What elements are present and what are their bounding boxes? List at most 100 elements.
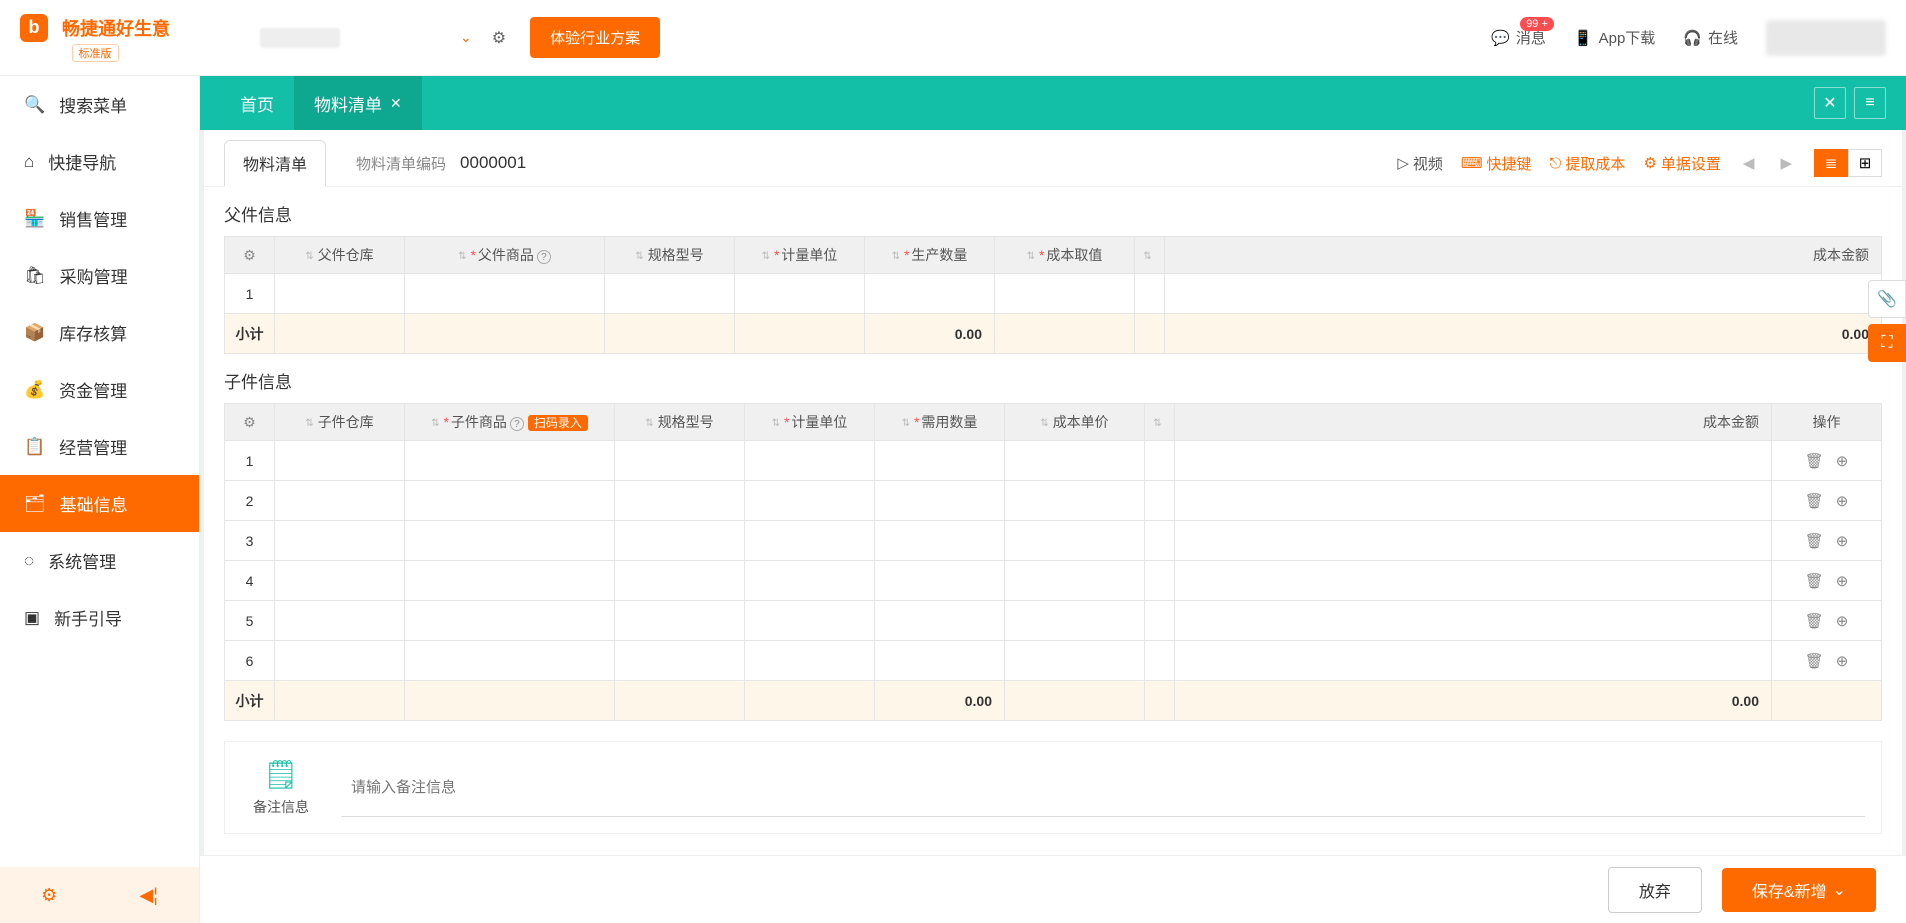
child-row[interactable]: 2🗑⊕	[225, 481, 1882, 521]
delete-row-icon[interactable]: 🗑	[1805, 612, 1824, 630]
tab-bom[interactable]: 物料清单 ✕	[294, 76, 422, 130]
tab-home[interactable]: 首页	[220, 76, 294, 130]
sort-icon[interactable]: ⇅	[902, 418, 910, 429]
sidebar-item-system[interactable]: ◌系统管理	[0, 532, 199, 589]
logo-edition-badge: 标准版	[72, 44, 119, 62]
note-icon: 🗒	[263, 758, 299, 791]
add-row-icon[interactable]: ⊕	[1836, 652, 1849, 670]
store-select[interactable]: ⌄	[260, 28, 472, 48]
gear-icon[interactable]: ⚙	[492, 28, 506, 48]
col-child-warehouse: 子件仓库	[318, 414, 374, 430]
sort-icon[interactable]: ⇅	[305, 418, 313, 429]
sidebar-item-finance[interactable]: 💰资金管理	[0, 361, 199, 418]
delete-row-icon[interactable]: 🗑	[1805, 652, 1824, 670]
chevron-down-icon: ⌄	[1833, 880, 1846, 900]
cta-button[interactable]: 体验行业方案	[530, 17, 660, 58]
sidebar-item-sales[interactable]: 🏪销售管理	[0, 190, 199, 247]
next-doc-button[interactable]: ▶	[1776, 154, 1796, 172]
sidebar-item-label: 快捷导航	[48, 149, 116, 174]
delete-row-icon[interactable]: 🗑	[1805, 492, 1824, 510]
sidebar-item-operation[interactable]: 📋经营管理	[0, 418, 199, 475]
remark-input[interactable]	[341, 758, 1865, 817]
app-download-button[interactable]: 📱 App下载	[1574, 27, 1655, 48]
parent-row[interactable]: 1	[225, 274, 1882, 314]
sort-icon[interactable]: ⇅	[1040, 418, 1048, 429]
child-row[interactable]: 1🗑⊕	[225, 441, 1882, 481]
delete-row-icon[interactable]: 🗑	[1805, 532, 1824, 550]
add-row-icon[interactable]: ⊕	[1836, 572, 1849, 590]
add-row-icon[interactable]: ⊕	[1836, 492, 1849, 510]
sidebar-item-label: 采购管理	[60, 263, 128, 288]
sort-icon[interactable]: ⇅	[1143, 251, 1151, 262]
sidebar-item-guide[interactable]: ▣新手引导	[0, 589, 199, 646]
tabs-menu-button[interactable]: ≡	[1854, 87, 1886, 119]
content-box: 物料清单 物料清单编码 0000001 ▷视频 ⌨快捷键 ⎋提取成本 ⚙单据设置…	[204, 130, 1902, 923]
sidebar-bottom: ⚙ ◀¦	[0, 867, 199, 923]
extract-cost-link[interactable]: ⎋提取成本	[1550, 153, 1626, 174]
shortcut-link[interactable]: ⌨快捷键	[1461, 153, 1532, 174]
sort-icon[interactable]: ⇅	[305, 251, 313, 262]
col-op: 操作	[1813, 414, 1841, 430]
scan-input-tag[interactable]: 扫码录入	[528, 415, 588, 431]
sort-icon[interactable]: ⇅	[1027, 251, 1035, 262]
close-all-tabs-button[interactable]: ✕	[1814, 87, 1846, 119]
delete-row-icon[interactable]: 🗑	[1805, 572, 1824, 590]
toolbar-tab[interactable]: 物料清单	[224, 140, 326, 187]
money-icon: 💰	[24, 380, 45, 400]
sort-icon[interactable]: ⇅	[431, 418, 439, 429]
bom-code-value: 0000001	[460, 153, 526, 173]
sort-icon[interactable]: ⇅	[1153, 418, 1161, 429]
attachment-float-button[interactable]: 📎	[1868, 280, 1906, 318]
help-icon[interactable]: ?	[510, 417, 524, 431]
table-gear-icon[interactable]: ⚙	[243, 414, 256, 430]
view-list-button[interactable]: ≣	[1814, 149, 1848, 177]
child-row[interactable]: 6🗑⊕	[225, 641, 1882, 681]
table-gear-icon[interactable]: ⚙	[243, 247, 256, 263]
child-table: ⚙ ⇅子件仓库 ⇅*子件商品?扫码录入 ⇅规格型号 ⇅*计量单位 ⇅*需用数量 …	[224, 403, 1882, 721]
add-row-icon[interactable]: ⊕	[1836, 452, 1849, 470]
search-icon: 🔍	[24, 95, 45, 115]
messages-badge: 99 +	[1520, 17, 1554, 31]
sort-icon[interactable]: ⇅	[772, 418, 780, 429]
col-cost-basis: 成本取值	[1046, 247, 1102, 263]
expand-float-button[interactable]: ⛶	[1868, 324, 1906, 362]
prev-doc-button[interactable]: ◀	[1739, 154, 1759, 172]
view-card-button[interactable]: ⊞	[1848, 149, 1882, 177]
online-support-button[interactable]: 🎧 在线	[1683, 27, 1738, 48]
sidebar-item-inventory[interactable]: 📦库存核算	[0, 304, 199, 361]
col-parent-warehouse: 父件仓库	[318, 247, 374, 263]
discard-button[interactable]: 放弃	[1608, 867, 1702, 913]
video-link[interactable]: ▷视频	[1397, 153, 1443, 174]
close-icon[interactable]: ✕	[390, 95, 402, 112]
tab-label: 物料清单	[314, 91, 382, 116]
sort-icon[interactable]: ⇅	[635, 251, 643, 262]
sidebar-item-search[interactable]: 🔍搜索菜单	[0, 76, 199, 133]
col-child-product: 子件商品	[451, 414, 507, 430]
logo-icon: b	[20, 14, 48, 42]
child-row[interactable]: 3🗑⊕	[225, 521, 1882, 561]
doc-setting-link[interactable]: ⚙单据设置	[1643, 153, 1720, 174]
child-row[interactable]: 5🗑⊕	[225, 601, 1882, 641]
messages-button[interactable]: 💬 消息 99 +	[1491, 27, 1546, 48]
sort-icon[interactable]: ⇅	[762, 251, 770, 262]
sort-icon[interactable]: ⇅	[458, 251, 466, 262]
add-row-icon[interactable]: ⊕	[1836, 532, 1849, 550]
sidebar-item-purchase[interactable]: 🛍采购管理	[0, 247, 199, 304]
sidebar-item-quicknav[interactable]: ⌂快捷导航	[0, 133, 199, 190]
add-row-icon[interactable]: ⊕	[1836, 612, 1849, 630]
collapse-icon[interactable]: ◀¦	[139, 885, 158, 906]
sort-icon[interactable]: ⇅	[645, 418, 653, 429]
sidebar-item-label: 新手引导	[54, 605, 122, 630]
user-avatar-blur[interactable]	[1766, 20, 1886, 56]
subtotal-label: 小计	[225, 314, 275, 354]
col-amount: 成本金额	[1813, 247, 1869, 263]
settings-icon[interactable]: ⚙	[41, 885, 57, 906]
delete-row-icon[interactable]: 🗑	[1805, 452, 1824, 470]
help-icon[interactable]: ?	[537, 250, 551, 264]
subtotal-label: 小计	[225, 681, 275, 721]
app-header: b 畅捷通好生意 标准版 ⌄ ⚙ 体验行业方案 💬 消息 99 + 📱 App下…	[0, 0, 1906, 76]
sort-icon[interactable]: ⇅	[892, 251, 900, 262]
child-row[interactable]: 4🗑⊕	[225, 561, 1882, 601]
save-new-button[interactable]: 保存&新增⌄	[1722, 868, 1876, 912]
sidebar-item-basedata[interactable]: 🗂基础信息	[0, 475, 199, 532]
